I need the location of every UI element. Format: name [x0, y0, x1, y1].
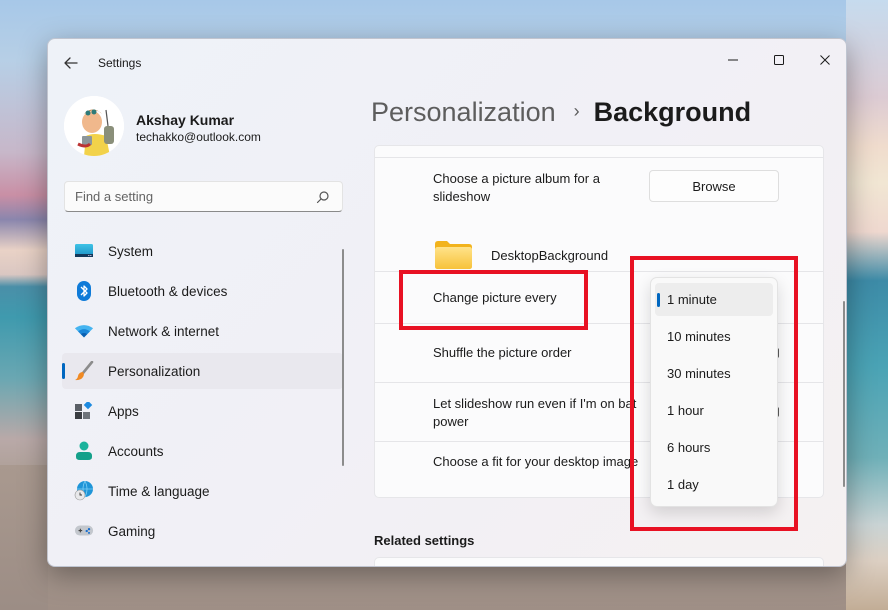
- sidebar-item-apps[interactable]: Apps: [62, 393, 343, 429]
- sidebar-item-accounts[interactable]: Accounts: [62, 433, 343, 469]
- content-scrollbar[interactable]: [843, 301, 845, 487]
- fit-label: Choose a fit for your desktop image: [433, 454, 639, 469]
- sidebar-item-label: System: [108, 243, 154, 259]
- album-label: Choose a picture album for a slideshow: [433, 171, 600, 204]
- shuffle-label: Shuffle the picture order: [433, 345, 572, 360]
- search-box[interactable]: [64, 181, 343, 212]
- battery-label-line1: Let slideshow run even if I'm on bat: [433, 396, 637, 411]
- album-folder-name: DesktopBackground: [491, 248, 609, 263]
- option-label: 30 minutes: [667, 366, 731, 381]
- apps-icon: [74, 401, 94, 421]
- battery-label-line2: power: [433, 414, 469, 429]
- folder-icon: [435, 241, 472, 269]
- search-icon[interactable]: [316, 190, 330, 204]
- interval-option-1-hour[interactable]: 1 hour: [655, 394, 773, 427]
- change-interval-dropdown: 1 minute 10 minutes 30 minutes 1 hour 6 …: [650, 277, 778, 507]
- back-arrow-icon: [64, 57, 78, 69]
- close-icon: [820, 55, 830, 65]
- settings-window: Settings Akshay Kumar techakko@outlook.c…: [47, 38, 847, 567]
- sidebar-item-label: Network & internet: [108, 323, 220, 339]
- app-title: Settings: [98, 56, 142, 70]
- sidebar-item-label: Gaming: [108, 523, 156, 539]
- breadcrumb-parent[interactable]: Personalization: [371, 97, 556, 128]
- browse-button[interactable]: Browse: [649, 170, 779, 202]
- paintbrush-icon: [74, 361, 94, 381]
- user-name: Akshay Kumar: [136, 112, 235, 128]
- maximize-button[interactable]: [756, 45, 802, 75]
- sidebar-nav: System Bluetooth & devices Network & int…: [62, 233, 343, 553]
- gamepad-icon: [74, 521, 94, 541]
- avatar-cartoon-icon: [64, 96, 124, 156]
- globe-clock-icon: [74, 481, 94, 501]
- sidebar-item-label: Apps: [108, 403, 139, 419]
- user-email: techakko@outlook.com: [136, 130, 261, 144]
- sidebar-item-personalization[interactable]: Personalization: [62, 353, 343, 389]
- card-top-row: [375, 146, 823, 158]
- interval-option-1-day[interactable]: 1 day: [655, 468, 773, 501]
- sidebar-item-label: Personalization: [108, 363, 201, 379]
- maximize-icon: [774, 55, 784, 65]
- row-picture-album: Choose a picture album for a slideshow B…: [375, 158, 823, 272]
- minimize-icon: [728, 59, 738, 61]
- interval-option-30-minutes[interactable]: 30 minutes: [655, 357, 773, 390]
- option-label: 1 minute: [667, 292, 717, 307]
- back-button[interactable]: [60, 53, 82, 73]
- search-input[interactable]: [65, 189, 316, 204]
- sidebar-item-label: Accounts: [108, 443, 164, 459]
- monitor-icon: [74, 241, 94, 261]
- sidebar-item-label: Time & language: [108, 483, 210, 499]
- sidebar-item-bluetooth-devices[interactable]: Bluetooth & devices: [62, 273, 343, 309]
- desktop-wallpaper: [846, 0, 888, 610]
- sidebar-scrollbar[interactable]: [342, 249, 344, 466]
- active-indicator: [62, 363, 65, 379]
- option-label: 1 day: [667, 477, 699, 492]
- breadcrumb: Personalization › Background: [371, 97, 751, 128]
- related-settings-heading: Related settings: [374, 533, 475, 548]
- interval-option-6-hours[interactable]: 6 hours: [655, 431, 773, 464]
- sidebar-item-gaming[interactable]: Gaming: [62, 513, 343, 549]
- interval-option-1-minute[interactable]: 1 minute: [655, 283, 773, 316]
- sidebar-item-system[interactable]: System: [62, 233, 343, 269]
- person-icon: [74, 441, 94, 461]
- option-label: 1 hour: [667, 403, 704, 418]
- selected-indicator: [657, 293, 660, 307]
- interval-option-10-minutes[interactable]: 10 minutes: [655, 320, 773, 353]
- chevron-right-icon: ›: [573, 101, 580, 121]
- avatar[interactable]: [64, 96, 124, 156]
- sidebar-item-time-language[interactable]: Time & language: [62, 473, 343, 509]
- desktop-wallpaper-sand: [0, 465, 48, 610]
- sidebar-item-label: Bluetooth & devices: [108, 283, 228, 299]
- page-title: Background: [593, 97, 752, 127]
- close-button[interactable]: [802, 45, 846, 75]
- wifi-icon: [74, 321, 94, 341]
- bluetooth-icon: [74, 281, 94, 301]
- option-label: 10 minutes: [667, 329, 731, 344]
- minimize-button[interactable]: [710, 45, 756, 75]
- option-label: 6 hours: [667, 440, 711, 455]
- related-settings-card: [374, 557, 824, 566]
- sidebar-item-network-internet[interactable]: Network & internet: [62, 313, 343, 349]
- change-interval-label: Change picture every: [433, 290, 557, 305]
